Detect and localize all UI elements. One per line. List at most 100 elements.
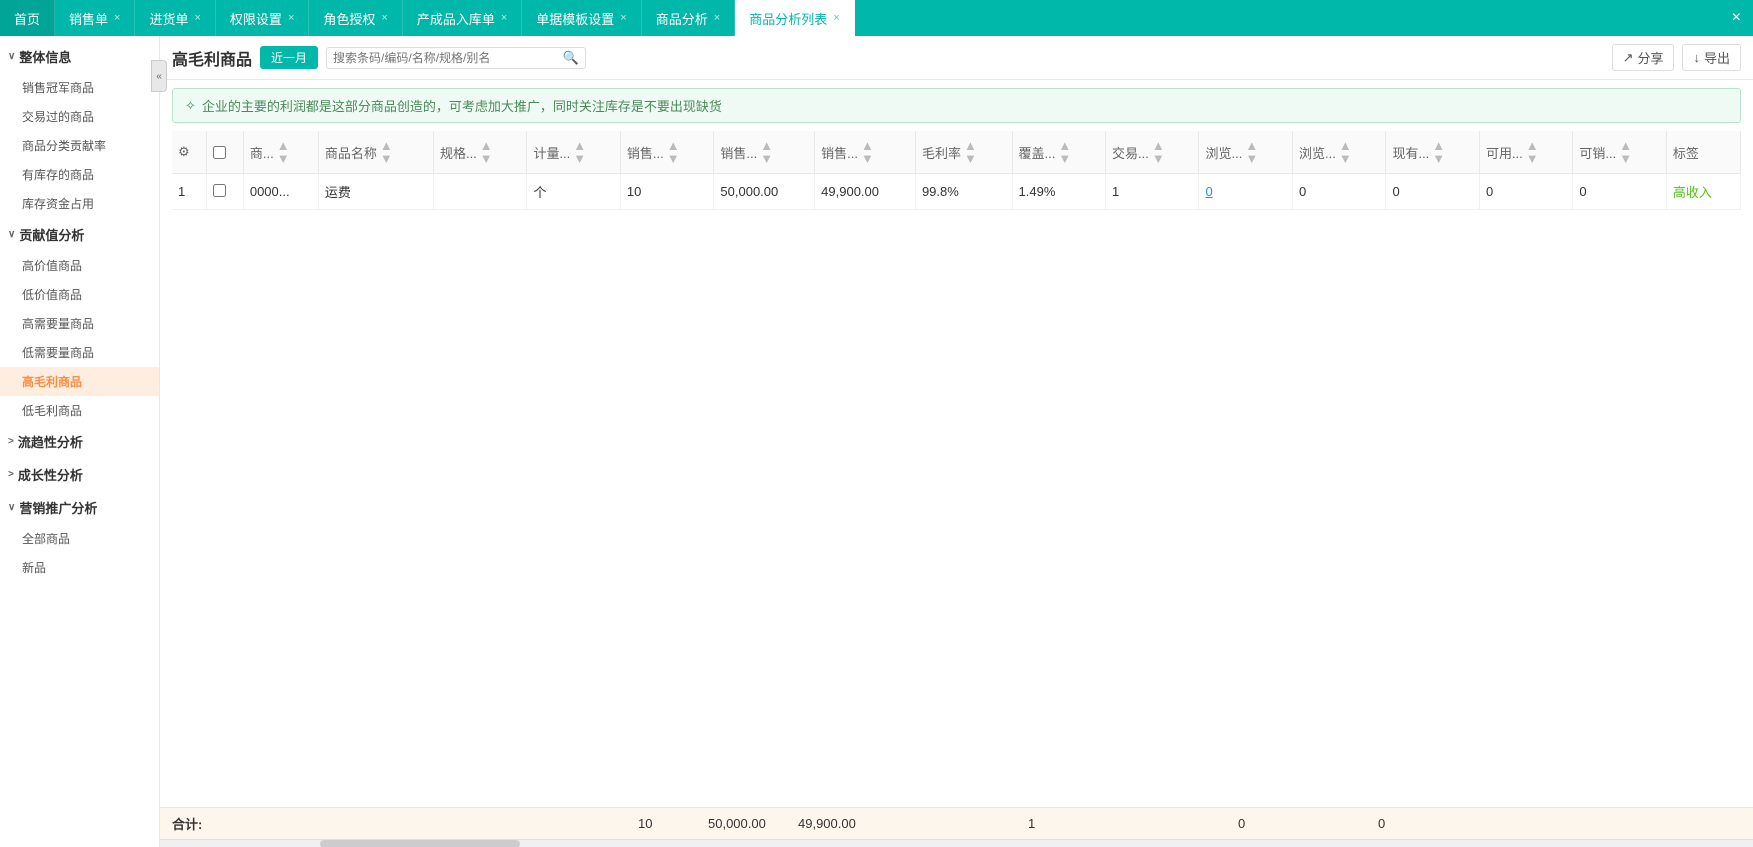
nav-item-product-analysis-list[interactable]: 商品分析列表 ×: [735, 0, 854, 36]
sidebar-item-new-products[interactable]: 新品: [0, 553, 159, 582]
col-header-available2[interactable]: 可用...▲▼: [1479, 131, 1572, 174]
sidebar-item-high-profit[interactable]: 高毛利商品: [0, 367, 159, 396]
nav-item-home[interactable]: 首页: [0, 0, 55, 36]
col-header-product-name[interactable]: 商品名称▲▼: [318, 131, 433, 174]
sort-arrows-gross-margin[interactable]: ▲▼: [964, 139, 977, 165]
sort-arrows-sales-qty[interactable]: ▲▼: [667, 139, 680, 165]
col-header-sales-qty[interactable]: 销售...▲▼: [620, 131, 713, 174]
sidebar-section-wealth-analysis[interactable]: ∨ 贡献值分析: [0, 218, 159, 251]
nav-item-product-import[interactable]: 产成品入库单 ×: [403, 0, 522, 36]
col-label-trade-count: 交易...: [1112, 143, 1149, 162]
export-button[interactable]: ↓ 导出: [1682, 44, 1741, 71]
col-header-index: ⚙: [172, 131, 206, 174]
sidebar: ∨ 整体信息销售冠军商品交易过的商品商品分类贡献率有库存的商品库存资金占用∨ 贡…: [0, 36, 160, 847]
sort-arrows-saleable[interactable]: ▲▼: [1619, 139, 1632, 165]
sidebar-item-high-value[interactable]: 高价值商品: [0, 251, 159, 280]
nav-close-product-import[interactable]: ×: [501, 12, 507, 24]
nav-close-permission-settings[interactable]: ×: [288, 12, 294, 24]
cell-saleable: 0: [1573, 174, 1666, 210]
cell-spec: [433, 174, 526, 210]
col-header-unit[interactable]: 计量...▲▼: [527, 131, 620, 174]
cell-sales-cost: 49,900.00: [815, 174, 916, 210]
sidebar-item-high-demand[interactable]: 高需要量商品: [0, 309, 159, 338]
sidebar-item-low-profit[interactable]: 低毛利商品: [0, 396, 159, 425]
sidebar-section-trend-analysis[interactable]: > 流趋性分析: [0, 425, 159, 458]
nav-close-product-analysis[interactable]: ×: [714, 12, 720, 24]
footer-cell-11: 1: [1022, 816, 1092, 831]
sort-arrows-trade-count[interactable]: ▲▼: [1152, 139, 1165, 165]
col-header-tag: 标签: [1666, 131, 1740, 174]
section-arrow-wealth-analysis: ∨: [8, 229, 15, 240]
sort-arrows-available1[interactable]: ▲▼: [1432, 139, 1445, 165]
col-label-product-code: 商...: [250, 143, 274, 162]
cell-checkbox[interactable]: [206, 174, 243, 210]
sort-arrows-sales-amount[interactable]: ▲▼: [760, 139, 773, 165]
filter-recent-month-button[interactable]: 近一月: [260, 46, 318, 69]
col-header-sales-cost[interactable]: 销售...▲▼: [815, 131, 916, 174]
sidebar-item-inventory-products[interactable]: 有库存的商品: [0, 160, 159, 189]
cell-gross-margin: 99.8%: [915, 174, 1012, 210]
nav-item-permission-settings[interactable]: 权限设置 ×: [216, 0, 309, 36]
sidebar-item-all-products[interactable]: 全部商品: [0, 524, 159, 553]
cell-tag: 高收入: [1666, 174, 1740, 210]
nav-close-template-settings[interactable]: ×: [620, 12, 626, 24]
col-header-product-code[interactable]: 商...▲▼: [243, 131, 318, 174]
sidebar-section-overall-info[interactable]: ∨ 整体信息: [0, 40, 159, 73]
sidebar-section-growth-analysis[interactable]: > 成长性分析: [0, 458, 159, 491]
nav-item-role-permission[interactable]: 角色授权 ×: [309, 0, 402, 36]
col-label-available2: 可用...: [1486, 143, 1523, 162]
sort-arrows-spec[interactable]: ▲▼: [480, 139, 493, 165]
col-header-browse1[interactable]: 浏览...▲▼: [1199, 131, 1292, 174]
sidebar-item-product-contribution[interactable]: 商品分类贡献率: [0, 131, 159, 160]
sort-arrows-product-code[interactable]: ▲▼: [277, 139, 290, 165]
col-header-gross-margin[interactable]: 毛利率▲▼: [915, 131, 1012, 174]
sort-arrows-browse2[interactable]: ▲▼: [1339, 139, 1352, 165]
nav-item-product-analysis[interactable]: 商品分析 ×: [642, 0, 735, 36]
footer-cell-8: 49,900.00: [792, 816, 882, 831]
cell-product-name: 运费: [318, 174, 433, 210]
sidebar-collapse-button[interactable]: «: [151, 60, 167, 92]
nav-close-purchase-order[interactable]: ×: [194, 12, 200, 24]
sidebar-item-inventory-capital[interactable]: 库存资金占用: [0, 189, 159, 218]
sort-arrows-available2[interactable]: ▲▼: [1526, 139, 1539, 165]
col-header-trade-count[interactable]: 交易...▲▼: [1106, 131, 1199, 174]
col-header-spec[interactable]: 规格...▲▼: [433, 131, 526, 174]
nav-close-sales-order[interactable]: ×: [114, 12, 120, 24]
page-title: 高毛利商品: [172, 46, 252, 70]
section-arrow-marketing-analysis: ∨: [8, 502, 15, 513]
sort-arrows-browse1[interactable]: ▲▼: [1245, 139, 1258, 165]
col-label-sales-cost: 销售...: [821, 143, 858, 162]
footer-label: 合计:: [172, 814, 292, 833]
nav-item-sales-order[interactable]: 销售单 ×: [55, 0, 135, 36]
sort-arrows-unit[interactable]: ▲▼: [573, 139, 586, 165]
sidebar-item-sales-ranking[interactable]: 销售冠军商品: [0, 73, 159, 102]
close-all-button[interactable]: ×: [1720, 9, 1753, 27]
sort-arrows-product-name[interactable]: ▲▼: [380, 139, 393, 165]
bottom-scrollbar[interactable]: [160, 839, 1753, 847]
col-header-saleable[interactable]: 可销...▲▼: [1573, 131, 1666, 174]
nav-item-purchase-order[interactable]: 进货单 ×: [135, 0, 215, 36]
nav-close-product-analysis-list[interactable]: ×: [833, 12, 839, 24]
share-button[interactable]: ↗ 分享: [1612, 44, 1675, 71]
search-input[interactable]: [333, 51, 563, 65]
col-header-browse2[interactable]: 浏览...▲▼: [1292, 131, 1385, 174]
nav-close-role-permission[interactable]: ×: [381, 12, 387, 24]
sidebar-section-marketing-analysis[interactable]: ∨ 营销推广分析: [0, 491, 159, 524]
nav-item-template-settings[interactable]: 单据模板设置 ×: [522, 0, 641, 36]
col-label-sales-amount: 销售...: [720, 143, 757, 162]
col-header-sales-amount[interactable]: 销售...▲▼: [714, 131, 815, 174]
select-all-checkbox[interactable]: [213, 146, 226, 159]
search-box: 🔍: [326, 47, 586, 69]
sidebar-item-low-demand[interactable]: 低需要量商品: [0, 338, 159, 367]
sort-arrows-coverage[interactable]: ▲▼: [1058, 139, 1071, 165]
sidebar-item-traded-products[interactable]: 交易过的商品: [0, 102, 159, 131]
cell-trade-count: 1: [1106, 174, 1199, 210]
sort-arrows-sales-cost[interactable]: ▲▼: [861, 139, 874, 165]
col-header-coverage[interactable]: 覆盖...▲▼: [1012, 131, 1105, 174]
row-checkbox[interactable]: [213, 184, 226, 197]
sidebar-item-low-value[interactable]: 低价值商品: [0, 280, 159, 309]
footer-cell-7: 50,000.00: [702, 816, 792, 831]
col-header-available1[interactable]: 现有...▲▼: [1386, 131, 1479, 174]
cell-browse1: 0: [1199, 174, 1292, 210]
gear-icon[interactable]: ⚙: [178, 144, 190, 160]
